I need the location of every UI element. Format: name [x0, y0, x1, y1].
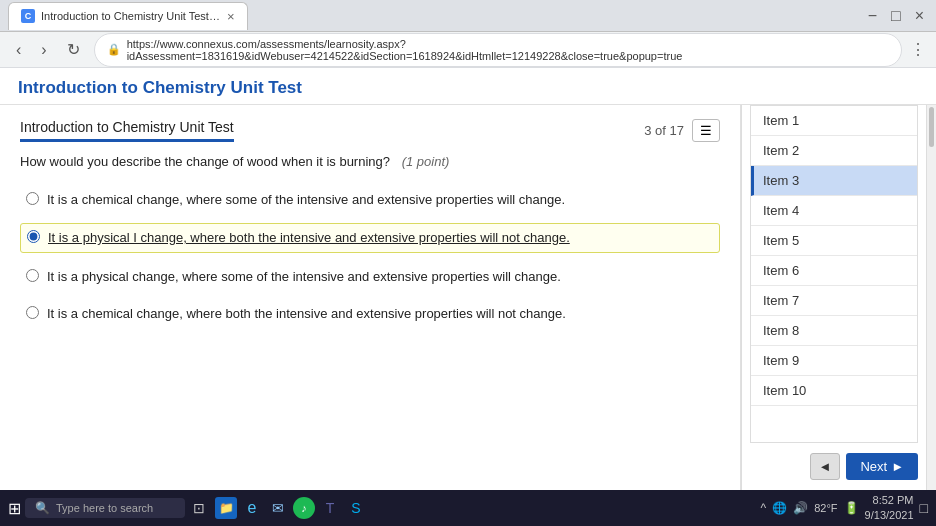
pagination-controls: 3 of 17 ☰ [644, 119, 720, 142]
option-1-text: It is a chemical change, where some of t… [47, 190, 565, 210]
address-bar[interactable]: 🔒 https://www.connexus.com/assessments/l… [94, 33, 902, 67]
question-panel-title: Introduction to Chemistry Unit Test [20, 119, 234, 135]
maximize-button[interactable]: □ [887, 7, 905, 25]
option-3-text: It is a physical change, where some of t… [47, 267, 561, 287]
page-title: Introduction to Chemistry Unit Test [18, 78, 302, 97]
taskbar-apps: 📁 e ✉ ♪ T S [215, 497, 367, 519]
item-row-10[interactable]: Item 10 [751, 376, 917, 406]
option-2-text: It is a physical I change, where both th… [48, 228, 570, 248]
question-text: How would you describe the change of woo… [20, 152, 720, 172]
windows-icon[interactable]: ⊞ [8, 499, 21, 518]
option-4-radio[interactable] [26, 306, 39, 319]
page-counter: 3 of 17 [644, 123, 684, 138]
date-display: 9/13/2021 [865, 508, 914, 523]
temperature-display: 82°F [814, 502, 837, 514]
item-row-4[interactable]: Item 4 [751, 196, 917, 226]
taskbar: ⊞ 🔍 Type here to search ⊡ 📁 e ✉ ♪ T S ^ … [0, 490, 936, 526]
network-icon[interactable]: 🌐 [772, 501, 787, 515]
settings-icon[interactable]: ⋮ [910, 40, 926, 59]
sub-title: Introduction to Chemistry Unit Test [20, 119, 234, 142]
task-view-icon[interactable]: ⊡ [193, 500, 205, 516]
browser-tab[interactable]: C Introduction to Chemistry Unit Test - … [8, 2, 248, 30]
scrollbar[interactable] [926, 105, 936, 490]
next-label: Next [860, 459, 887, 474]
main-content: Introduction to Chemistry Unit Test Intr… [0, 68, 936, 490]
clock[interactable]: 8:52 PM 9/13/2021 [865, 493, 914, 524]
taskbar-teams-icon[interactable]: T [319, 497, 341, 519]
browser-addressbar: ‹ › ↻ 🔒 https://www.connexus.com/assessm… [0, 32, 936, 68]
battery-icon[interactable]: 🔋 [844, 501, 859, 515]
volume-icon[interactable]: 🔊 [793, 501, 808, 515]
item-row-6[interactable]: Item 6 [751, 256, 917, 286]
search-icon: 🔍 [35, 501, 50, 515]
notification-icon[interactable]: □ [920, 500, 928, 516]
item-row-8[interactable]: Item 8 [751, 316, 917, 346]
back-button[interactable]: ‹ [10, 39, 27, 61]
item-row-5[interactable]: Item 5 [751, 226, 917, 256]
tab-favicon: C [21, 9, 35, 23]
option-3[interactable]: It is a physical change, where some of t… [20, 263, 720, 291]
list-view-button[interactable]: ☰ [692, 119, 720, 142]
tab-title: Introduction to Chemistry Unit Test - Go… [41, 10, 221, 22]
forward-button[interactable]: › [35, 39, 52, 61]
search-bar[interactable]: 🔍 Type here to search [25, 498, 185, 518]
option-1-radio[interactable] [26, 192, 39, 205]
item-row-9[interactable]: Item 9 [751, 346, 917, 376]
next-button[interactable]: Next ► [846, 453, 918, 480]
item-row-1[interactable]: Item 1 [751, 106, 917, 136]
right-panel: Item 1 Item 2 Item 3 Item 4 Item 5 Item … [741, 105, 926, 490]
items-grid: Item 1 Item 2 Item 3 Item 4 Item 5 Item … [750, 105, 918, 443]
page-header: Introduction to Chemistry Unit Test [0, 68, 936, 105]
browser-titlebar: C Introduction to Chemistry Unit Test - … [0, 0, 936, 32]
time-display: 8:52 PM [865, 493, 914, 508]
question-panel: Introduction to Chemistry Unit Test 3 of… [0, 105, 741, 490]
nav-buttons: ◄ Next ► [742, 443, 926, 490]
tab-close-button[interactable]: × [227, 9, 235, 24]
minimize-button[interactable]: − [864, 7, 881, 25]
item-row-7[interactable]: Item 7 [751, 286, 917, 316]
option-2[interactable]: It is a physical I change, where both th… [20, 223, 720, 253]
option-3-radio[interactable] [26, 269, 39, 282]
point-label: (1 point) [402, 154, 450, 169]
option-1[interactable]: It is a chemical change, where some of t… [20, 186, 720, 214]
lock-icon: 🔒 [107, 43, 121, 56]
options-list: It is a chemical change, where some of t… [20, 186, 720, 328]
chevron-icon[interactable]: ^ [761, 501, 767, 515]
option-4-text: It is a chemical change, where both the … [47, 304, 566, 324]
option-4[interactable]: It is a chemical change, where both the … [20, 300, 720, 328]
next-arrow-icon: ► [891, 459, 904, 474]
refresh-button[interactable]: ↻ [61, 38, 86, 61]
search-placeholder[interactable]: Type here to search [56, 502, 153, 514]
taskbar-skype-icon[interactable]: S [345, 497, 367, 519]
item-row-3[interactable]: Item 3 [751, 166, 917, 196]
taskbar-mail-icon[interactable]: ✉ [267, 497, 289, 519]
prev-button[interactable]: ◄ [810, 453, 841, 480]
option-2-radio[interactable] [27, 230, 40, 243]
url-text: https://www.connexus.com/assessments/lea… [127, 38, 889, 62]
system-tray: ^ 🌐 🔊 82°F 🔋 8:52 PM 9/13/2021 □ [761, 493, 928, 524]
taskbar-explorer-icon[interactable]: 📁 [215, 497, 237, 519]
content-area: Introduction to Chemistry Unit Test 3 of… [0, 105, 936, 490]
close-button[interactable]: × [911, 7, 928, 25]
taskbar-edge-icon[interactable]: e [241, 497, 263, 519]
window-controls: − □ × [864, 7, 928, 25]
taskbar-spotify-icon[interactable]: ♪ [293, 497, 315, 519]
item-row-2[interactable]: Item 2 [751, 136, 917, 166]
